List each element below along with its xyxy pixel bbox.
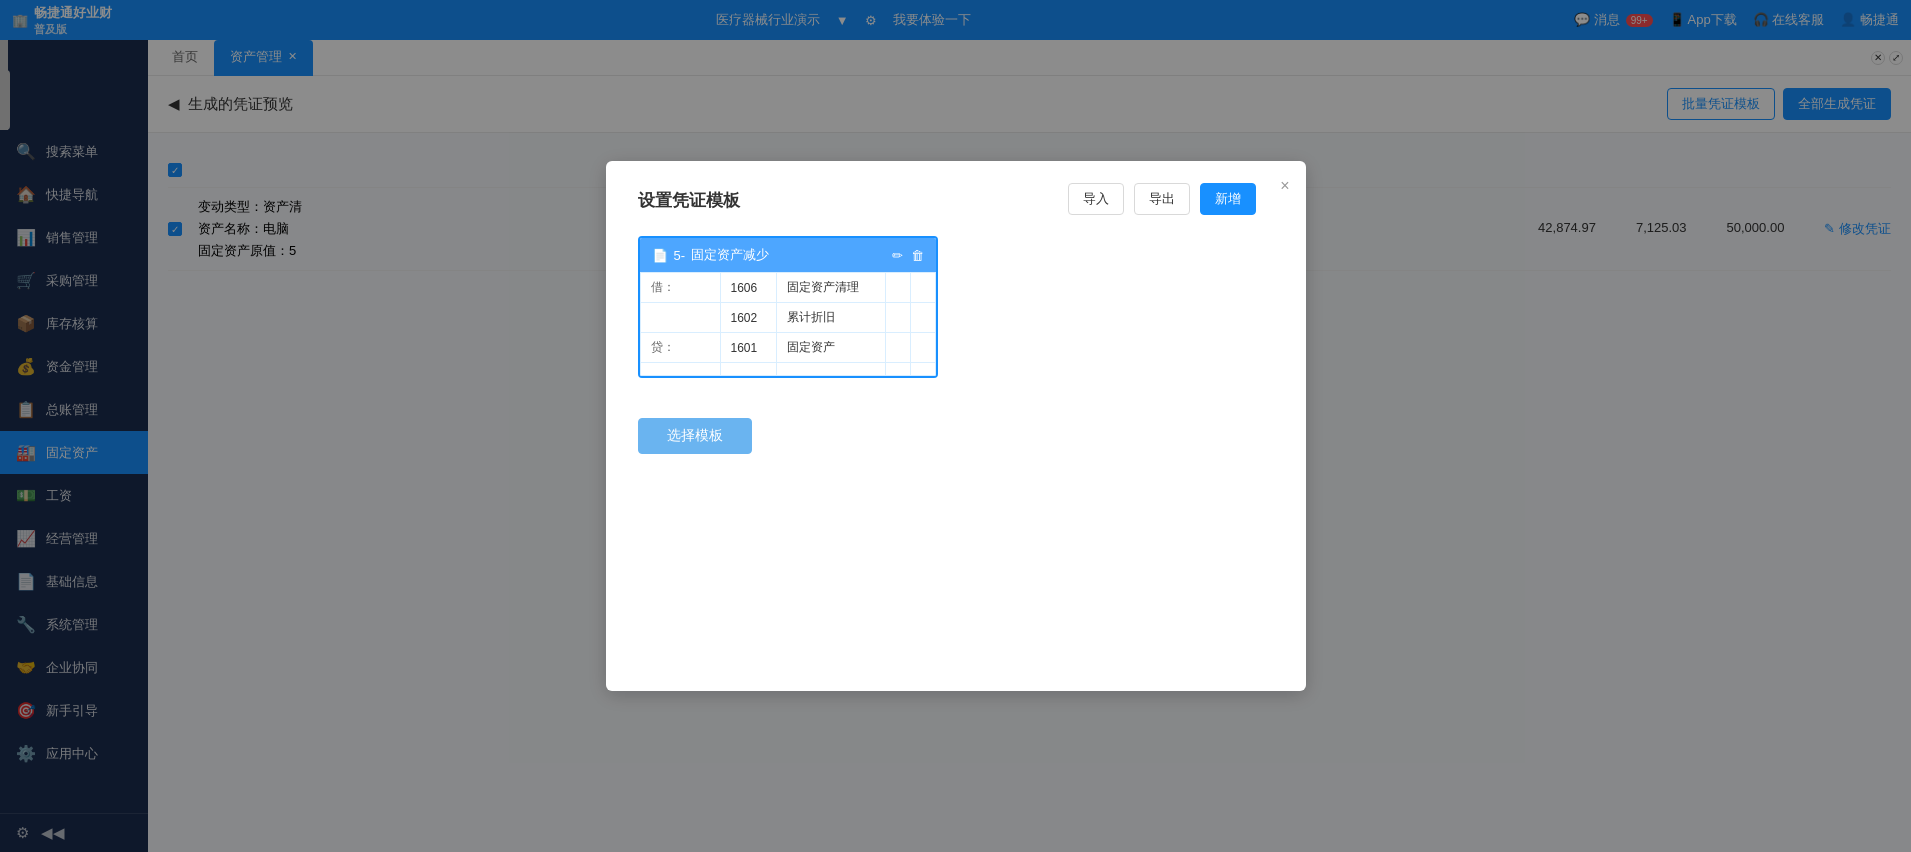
main-layout: 🔍 搜索菜单 🏠 快捷导航 📊 销售管理 🛒 采购管理 📦 库存核: [0, 40, 1911, 852]
entry-name-2: 累计折旧: [776, 303, 885, 333]
template-card-header: 📄 5- 固定资产减少 ✏ 🗑: [640, 238, 936, 272]
entry-code-2: 1602: [720, 303, 776, 333]
template-id: 5-: [674, 248, 686, 263]
select-btn-container: 选择模板: [638, 398, 1274, 454]
modal-header-actions: 导入 导出 新增: [1068, 183, 1256, 215]
template-card: 📄 5- 固定资产减少 ✏ 🗑: [638, 236, 938, 378]
template-table: 借： 1606 固定资产清理 1602: [640, 272, 936, 376]
empty-4: [886, 363, 911, 376]
entry-type-2: [640, 303, 720, 333]
export-btn[interactable]: 导出: [1134, 183, 1190, 215]
import-btn[interactable]: 导入: [1068, 183, 1124, 215]
template-entry-3: 贷： 1601 固定资产: [640, 333, 935, 363]
new-btn[interactable]: 新增: [1200, 183, 1256, 215]
entry-credit-3: [910, 333, 935, 363]
template-doc-icon: 📄: [652, 248, 668, 263]
entry-code-3: 1601: [720, 333, 776, 363]
empty-2: [720, 363, 776, 376]
empty-3: [776, 363, 885, 376]
entry-debit-1: [886, 273, 911, 303]
entry-debit-2: [886, 303, 911, 333]
content-area: 首页 资产管理 ✕ ✕ ⤢ ◀ 生成的凭证预览: [148, 40, 1911, 852]
empty-1: [640, 363, 720, 376]
template-entry-empty: [640, 363, 935, 376]
delete-icon[interactable]: 🗑: [911, 248, 924, 263]
modal-overlay: 设置凭证模板 导入 导出 新增 × 📄: [148, 76, 1911, 852]
entry-credit-1: [910, 273, 935, 303]
entry-debit-3: [886, 333, 911, 363]
entry-type-1: 借：: [640, 273, 720, 303]
template-name: 固定资产减少: [691, 246, 769, 264]
entry-name-1: 固定资产清理: [776, 273, 885, 303]
template-entry-2: 1602 累计折旧: [640, 303, 935, 333]
modal-close-btn[interactable]: ×: [1280, 177, 1289, 195]
entry-name-3: 固定资产: [776, 333, 885, 363]
content-main: ◀ 生成的凭证预览 批量凭证模板 全部生成凭证 ✓ ✓: [148, 76, 1911, 852]
modal: 设置凭证模板 导入 导出 新增 × 📄: [606, 161, 1306, 691]
template-card-actions: ✏ 🗑: [892, 248, 924, 263]
template-card-title: 📄 5- 固定资产减少: [652, 246, 770, 264]
empty-5: [910, 363, 935, 376]
app-container: 🏢 畅捷通好业财 普及版 医疗器械行业演示 ▼ ⚙ 我要体验一下 💬 消息 99…: [0, 0, 1911, 852]
entry-code-1: 1606: [720, 273, 776, 303]
entry-credit-2: [910, 303, 935, 333]
select-template-btn[interactable]: 选择模板: [638, 418, 752, 454]
template-entry-1: 借： 1606 固定资产清理: [640, 273, 935, 303]
entry-type-3: 贷：: [640, 333, 720, 363]
edit-icon[interactable]: ✏: [892, 248, 903, 263]
